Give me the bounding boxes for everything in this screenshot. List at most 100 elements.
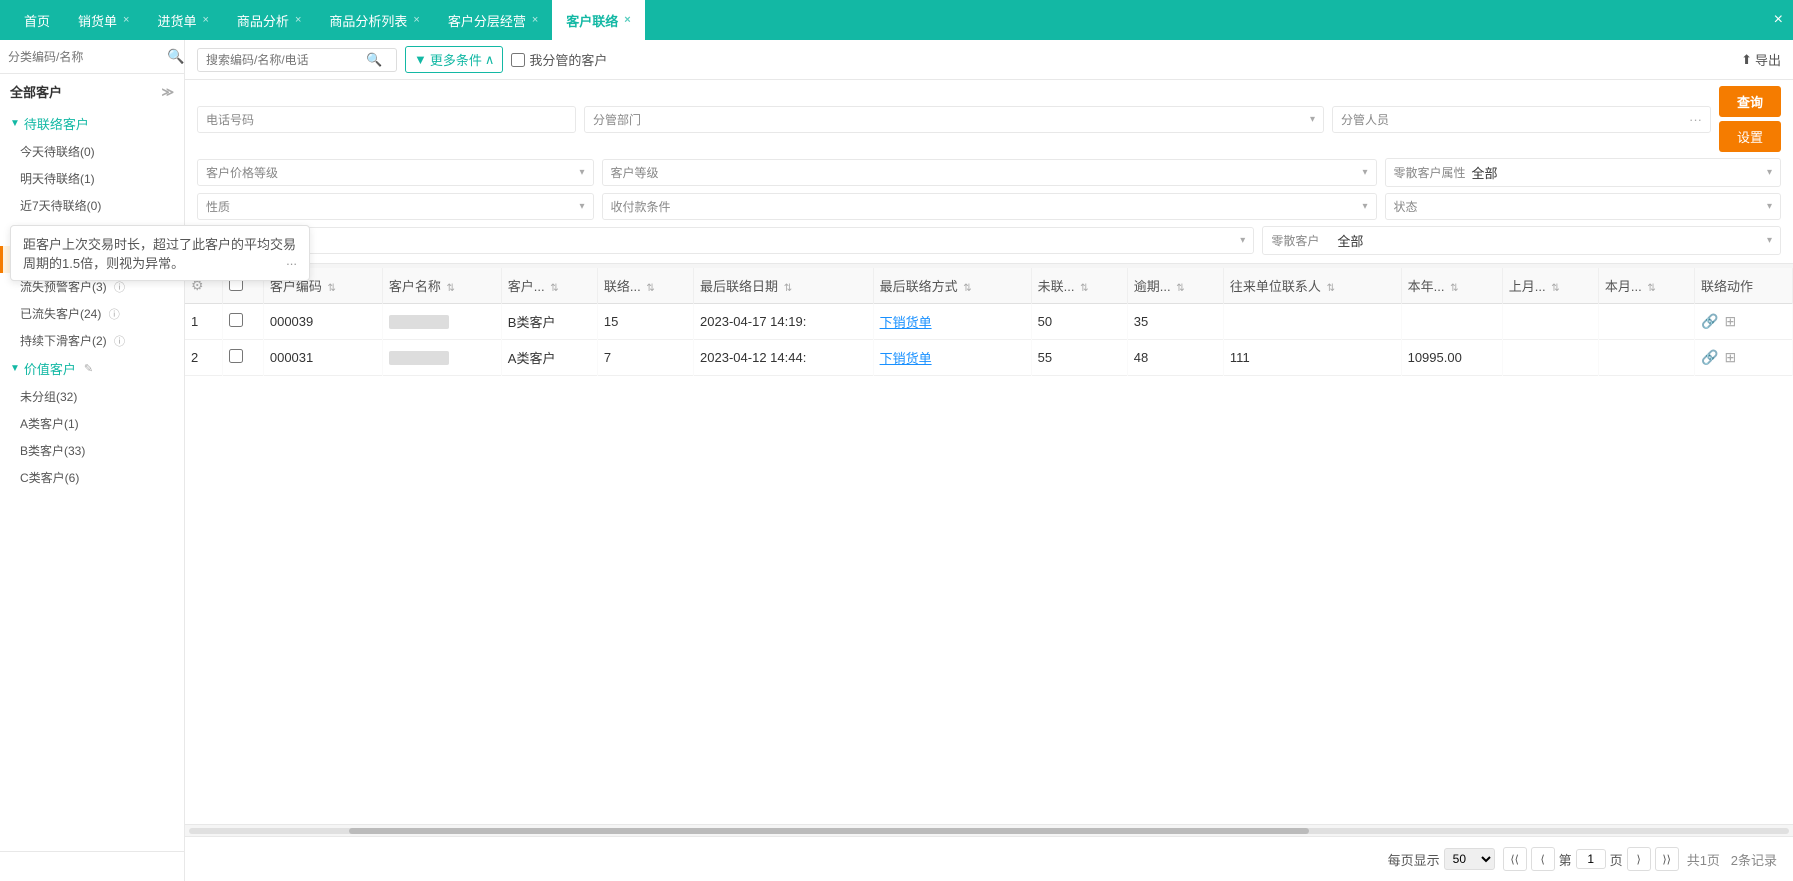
sidebar-group-pending[interactable]: ▼ 待联络客户 <box>0 109 184 138</box>
sidebar-item-ungroups[interactable]: 未分组(32) <box>0 383 184 410</box>
close-product-analysis-list-icon[interactable]: × <box>413 14 419 26</box>
col-last-method[interactable]: 最后联络方式 ⇅ <box>873 268 1031 304</box>
my-customer-checkbox[interactable] <box>511 53 525 67</box>
last-method-link-1[interactable]: 下销货单 <box>880 315 932 330</box>
filter-pay-term[interactable]: 收付款条件 ▾ <box>602 193 1377 220</box>
cell-type-2: A类客户 <box>501 340 597 376</box>
filter-search-icon[interactable]: 🔍 <box>366 52 382 68</box>
col-this-month[interactable]: 本月... ⇅ <box>1598 268 1694 304</box>
close-sales-order-icon[interactable]: × <box>123 14 129 26</box>
filter-dept[interactable]: 分管部门 ▾ <box>584 106 1324 133</box>
customer-name-blur-1 <box>389 315 449 329</box>
col-type[interactable]: 客户... ⇅ <box>501 268 597 304</box>
content-area: 距客户上次交易时长，超过了此客户的平均交易周期的1.5倍，则视为异常。 ... … <box>185 40 1793 881</box>
horizontal-scrollbar[interactable] <box>185 824 1793 836</box>
sidebar-search-input[interactable] <box>8 50 163 64</box>
close-customer-segmentation-icon[interactable]: × <box>532 14 538 26</box>
prev-page-btn[interactable]: ⟨ <box>1531 847 1555 871</box>
sidebar-item-declining[interactable]: 持续下滑客户(2) ⓘ <box>0 327 184 354</box>
tooltip-close-icon[interactable]: ... <box>286 253 297 268</box>
value-edit-icon[interactable]: ✎ <box>84 362 93 375</box>
settings-btn[interactable]: 设置 <box>1719 121 1781 152</box>
col-unit-contact[interactable]: 往来单位联系人 ⇅ <box>1223 268 1401 304</box>
filter-gender[interactable]: 性质 ▾ <box>197 193 594 220</box>
last-page-btn[interactable]: ⟩⟩ <box>1655 847 1679 871</box>
sidebar-item-a-class[interactable]: A类客户(1) <box>0 410 184 437</box>
nav-customer-segmentation[interactable]: 客户分层经营 × <box>434 0 552 40</box>
all-customers-title: 全部客户 ≫ <box>0 74 184 109</box>
close-purchase-order-icon[interactable]: × <box>202 14 208 26</box>
nav-product-analysis[interactable]: 商品分析 × <box>223 0 315 40</box>
sidebar-item-c-class[interactable]: C类客户(6) <box>0 464 184 491</box>
cell-this-month-2 <box>1598 340 1694 376</box>
nav-sales-order[interactable]: 销货单 × <box>64 0 143 40</box>
export-btn[interactable]: ⬆ 导出 <box>1741 50 1781 69</box>
pay-term-dropdown-icon: ▾ <box>1362 201 1367 212</box>
filter-icon: ▼ <box>414 52 427 67</box>
more-conditions-btn[interactable]: ▼ 更多条件 ∧ <box>405 46 503 73</box>
customer-level-dropdown-icon: ▾ <box>1362 167 1367 178</box>
nav-purchase-order[interactable]: 进货单 × <box>143 0 222 40</box>
filter-retail-customer[interactable]: 零散客户 全部 ▾ <box>1262 226 1781 255</box>
cell-contacts-2: 7 <box>597 340 693 376</box>
page-number-input[interactable] <box>1576 849 1606 869</box>
export-icon: ⬆ <box>1741 52 1752 68</box>
unit-contact-sort-icon: ⇅ <box>1327 283 1335 294</box>
close-product-analysis-icon[interactable]: × <box>295 14 301 26</box>
sidebar-group-value[interactable]: ▼ 价值客户 ✎ <box>0 354 184 383</box>
sidebar-item-tomorrow-pending[interactable]: 明天待联络(1) <box>0 165 184 192</box>
col-last-date[interactable]: 最后联络日期 ⇅ <box>694 268 874 304</box>
more-action-icon-2[interactable]: ⊞ <box>1724 349 1736 366</box>
row2-checkbox[interactable] <box>229 349 243 363</box>
last-method-link-2[interactable]: 下销货单 <box>880 351 932 366</box>
row-actions-1: 🔗 ⊞ <box>1701 313 1786 330</box>
customer-table: ⚙ 客户编码 ⇅ 客户名称 ⇅ <box>185 268 1793 376</box>
sidebar-item-churned[interactable]: 已流失客户(24) ⓘ <box>0 300 184 327</box>
filter-price-level[interactable]: 客户价格等级 ▾ <box>197 159 594 186</box>
next-page-btn[interactable]: ⟩ <box>1627 847 1651 871</box>
collapse-sidebar-icon[interactable]: ≫ <box>161 85 174 99</box>
window-close-icon[interactable]: × <box>1774 11 1783 29</box>
table-row: 2 000031 A类客户 7 2023-04-12 14:44: 下销货单 5… <box>185 340 1793 376</box>
col-contacts[interactable]: 联络... ⇅ <box>597 268 693 304</box>
close-customer-contact-icon[interactable]: × <box>624 14 630 26</box>
first-page-btn[interactable]: ⟨⟨ <box>1503 847 1527 871</box>
col-overdue[interactable]: 逾期... ⇅ <box>1127 268 1223 304</box>
row1-checkbox[interactable] <box>229 313 243 327</box>
filter-retail-attr[interactable]: 零散客户属性 全部 ▾ <box>1385 158 1782 187</box>
nav-customer-contact[interactable]: 客户联络 × <box>552 0 644 40</box>
col-name[interactable]: 客户名称 ⇅ <box>382 268 501 304</box>
filter-row-2: 客户价格等级 ▾ 客户等级 ▾ 零散客户属性 全部 ▾ <box>197 158 1781 187</box>
arrow-value-icon: ▼ <box>10 363 20 374</box>
sidebar-item-today-pending[interactable]: 今天待联络(0) <box>0 138 184 165</box>
sidebar: 🔍 全部客户 ≫ ▼ 待联络客户 今天待联络(0) 明天待联络(1) 近7天待联… <box>0 40 185 881</box>
cell-last-month-2 <box>1502 340 1598 376</box>
more-action-icon-1[interactable]: ⊞ <box>1724 313 1736 330</box>
filter-person[interactable]: 分管人员 ··· <box>1332 106 1711 133</box>
nav-home[interactable]: 首页 <box>10 0 64 40</box>
name-sort-icon: ⇅ <box>446 283 454 294</box>
filter-status[interactable]: 状态 ▾ <box>1385 193 1782 220</box>
sidebar-item-b-class[interactable]: B类客户(33) <box>0 437 184 464</box>
filter-customer-level[interactable]: 客户等级 ▾ <box>602 159 1377 186</box>
scrollbar-thumb[interactable] <box>349 828 1309 834</box>
filter-search-input[interactable] <box>206 53 366 67</box>
filter-phone[interactable]: 电话号码 <box>197 106 576 133</box>
page-size-select[interactable]: 50 100 200 <box>1444 848 1495 870</box>
nav-product-analysis-list[interactable]: 商品分析列表 × <box>315 0 433 40</box>
person-more-icon[interactable]: ··· <box>1689 112 1702 127</box>
sidebar-item-7days-pending[interactable]: 近7天待联络(0) <box>0 192 184 219</box>
row-actions-2: 🔗 ⊞ <box>1701 349 1786 366</box>
contact-icon-2[interactable]: 🔗 <box>1701 349 1718 366</box>
cell-actions-2: 🔗 ⊞ <box>1695 340 1793 376</box>
retail-attr-dropdown-icon: ▾ <box>1767 167 1772 178</box>
col-last-month[interactable]: 上月... ⇅ <box>1502 268 1598 304</box>
cell-overdue-1: 35 <box>1127 304 1223 340</box>
col-uncontacted[interactable]: 未联... ⇅ <box>1031 268 1127 304</box>
main-layout: 🔍 全部客户 ≫ ▼ 待联络客户 今天待联络(0) 明天待联络(1) 近7天待联… <box>0 40 1793 881</box>
col-this-year[interactable]: 本年... ⇅ <box>1401 268 1502 304</box>
sidebar-search-icon[interactable]: 🔍 <box>167 48 184 65</box>
contact-icon-1[interactable]: 🔗 <box>1701 313 1718 330</box>
filter-customer-type[interactable]: 客户类型 ▾ <box>235 227 1254 254</box>
query-btn[interactable]: 查询 <box>1719 86 1781 117</box>
